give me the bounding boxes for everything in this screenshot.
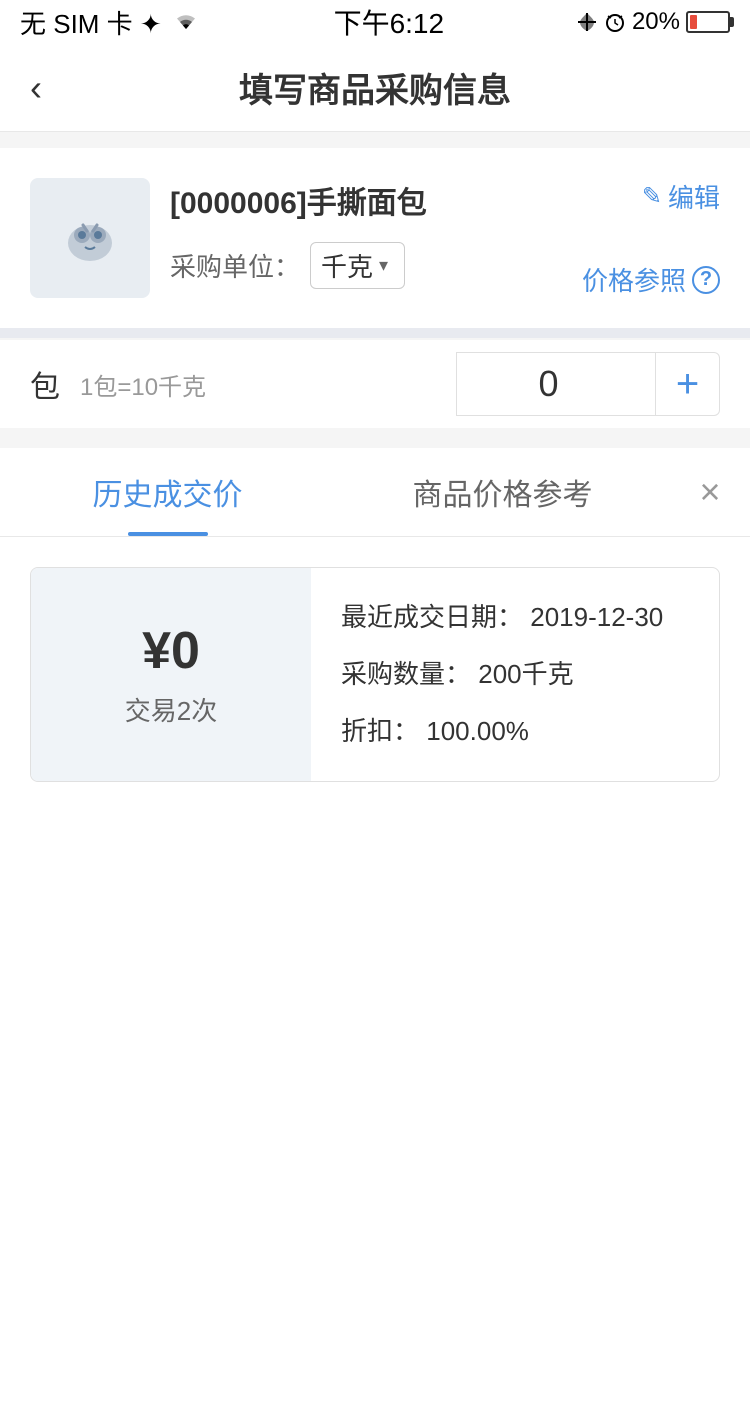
unit-label: 采购单位：	[170, 247, 300, 284]
history-right-panel: 最近成交日期： 2019-12-30 采购数量： 200千克 折扣： 100.0…	[311, 568, 719, 781]
tab-active-indicator	[128, 532, 208, 536]
history-qty-label: 采购数量：	[341, 659, 471, 689]
history-price: ¥0	[142, 621, 200, 681]
price-ref-label: 价格参照	[582, 261, 686, 298]
battery-percent: 20%	[632, 8, 680, 36]
quantity-input-wrap: +	[456, 352, 720, 416]
sim-label: 无 SIM 卡 ✦	[20, 4, 162, 41]
product-thumbnail	[30, 178, 150, 298]
tab-close-button[interactable]: ×	[670, 448, 750, 536]
product-name: [0000006]手撕面包	[170, 178, 720, 222]
close-icon: ×	[699, 471, 720, 513]
location-icon	[576, 11, 598, 33]
page-title: 填写商品采购信息	[239, 63, 511, 112]
history-qty-row: 采购数量： 200千克	[341, 655, 689, 694]
status-right: 20%	[576, 8, 730, 36]
edit-label: 编辑	[668, 178, 720, 215]
unit-select[interactable]: 千克 ▾	[310, 242, 405, 289]
status-bar: 无 SIM 卡 ✦ 下午6:12 20%	[0, 0, 750, 44]
edit-button[interactable]: ✎ 编辑	[642, 178, 720, 215]
tabs-section: 历史成交价 商品价格参考 × ¥0 交易2次 最近成交日期： 2019-12-3…	[0, 448, 750, 812]
wifi-icon	[170, 11, 202, 33]
history-qty-value: 200千克	[478, 659, 573, 689]
product-card: [0000006]手撕面包 采购单位： 千克 ▾ ✎ 编辑 价格参照 ?	[0, 148, 750, 328]
price-ref-button[interactable]: 价格参照 ?	[582, 261, 720, 298]
help-icon: ?	[692, 266, 720, 294]
history-date-label: 最近成交日期：	[341, 602, 523, 632]
history-date-value: 2019-12-30	[530, 602, 663, 632]
history-date-row: 最近成交日期： 2019-12-30	[341, 598, 689, 637]
history-discount-value: 100.00%	[426, 716, 529, 746]
tab-history-price[interactable]: 历史成交价	[0, 448, 335, 536]
history-card: ¥0 交易2次 最近成交日期： 2019-12-30 采购数量： 200千克 折…	[30, 567, 720, 782]
quantity-row: 包 1包=10千克 +	[0, 340, 750, 428]
bottom-space	[0, 812, 750, 1412]
quantity-input[interactable]	[456, 352, 656, 416]
history-left-panel: ¥0 交易2次	[31, 568, 311, 781]
nav-bar: ‹ 填写商品采购信息	[0, 44, 750, 132]
quantity-sub-label: 1包=10千克	[80, 367, 436, 402]
history-content: ¥0 交易2次 最近成交日期： 2019-12-30 采购数量： 200千克 折…	[0, 537, 750, 812]
battery-icon	[686, 11, 730, 33]
unit-value: 千克	[321, 247, 373, 284]
status-left: 无 SIM 卡 ✦	[20, 4, 202, 41]
status-time: 下午6:12	[334, 2, 445, 42]
history-count: 交易2次	[125, 691, 217, 728]
quantity-plus-button[interactable]: +	[656, 352, 720, 416]
history-discount-label: 折扣：	[341, 716, 419, 746]
history-discount-row: 折扣： 100.00%	[341, 712, 689, 751]
quantity-unit-label: 包	[30, 362, 60, 406]
chevron-down-icon: ▾	[379, 255, 388, 276]
edit-icon: ✎	[642, 182, 662, 211]
product-owl-icon	[55, 203, 125, 273]
section-divider	[0, 328, 750, 338]
tab-price-ref[interactable]: 商品价格参考	[335, 448, 670, 536]
tabs-header: 历史成交价 商品价格参考 ×	[0, 448, 750, 537]
tab-history-label: 历史成交价	[93, 470, 243, 514]
tab-price-ref-label: 商品价格参考	[413, 470, 593, 514]
back-button[interactable]: ‹	[30, 67, 42, 109]
alarm-icon	[604, 11, 626, 33]
